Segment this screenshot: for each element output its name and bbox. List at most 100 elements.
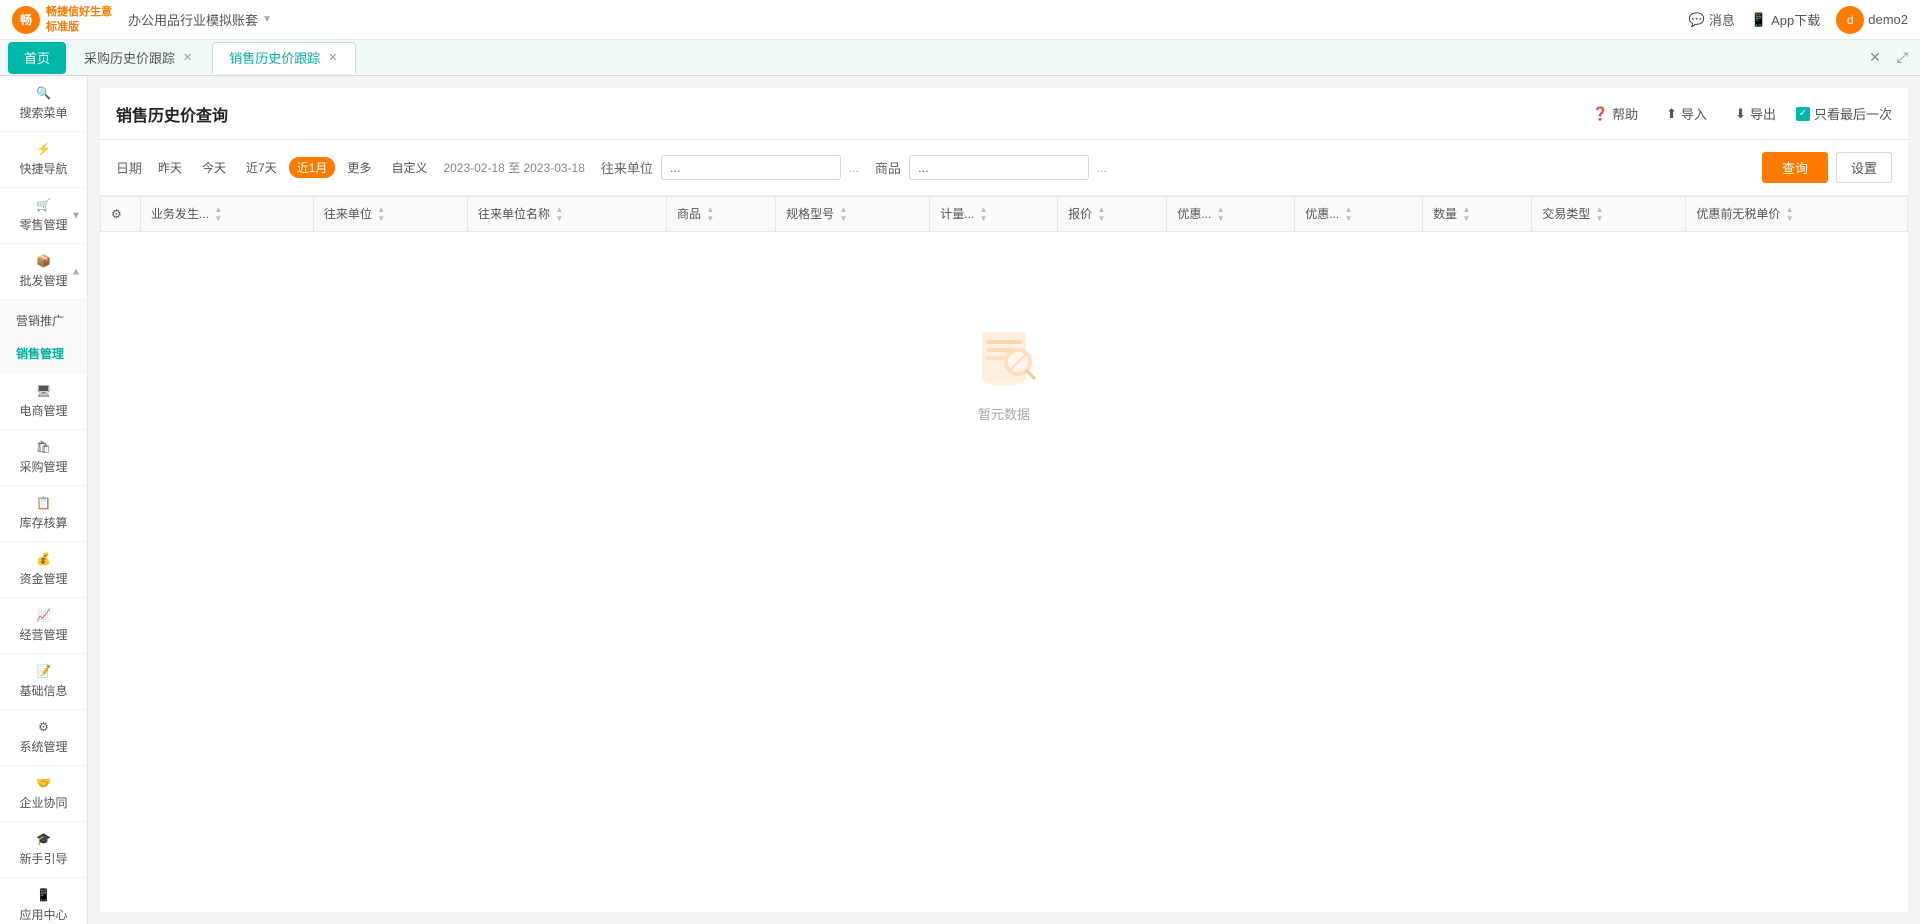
finance-icon: 💰 [36, 552, 51, 566]
sort-arrows-partner: ▲ ▼ [377, 206, 385, 223]
sidebar-item-retail[interactable]: 🛒 零售管理 ▼ [0, 188, 87, 244]
col-pretax-price[interactable]: 优惠前无税单价 ▲ ▼ [1686, 197, 1908, 232]
partner-more[interactable]: ... [849, 161, 859, 175]
tab-purchase-close[interactable]: ✕ [181, 50, 194, 65]
import-icon: ⬆ [1666, 106, 1677, 122]
top-header: 畅 畅捷信好生意 标准版 办公用品行业模拟账套 ▼ 💬 消息 📱 App下载 d… [0, 0, 1920, 40]
tab-home[interactable]: 首页 [8, 42, 66, 74]
product-input[interactable] [909, 155, 1089, 180]
logo-text: 畅捷信好生意 标准版 [46, 5, 112, 34]
partner-input[interactable] [661, 155, 841, 180]
col-quote-price[interactable]: 报价 ▲ ▼ [1058, 197, 1167, 232]
app-selector[interactable]: 办公用品行业模拟账套 ▼ [120, 6, 280, 33]
inventory-icon: 📋 [36, 496, 51, 510]
maximize-button[interactable]: ⤢ [1893, 47, 1912, 68]
date-label: 日期 [116, 158, 142, 177]
date-btn-more[interactable]: 更多 [339, 157, 379, 178]
sidebar-item-inventory[interactable]: 📋 库存核算 [0, 486, 87, 542]
partner-label: 往来单位 [601, 158, 653, 177]
date-btn-last1month[interactable]: 近1月 [289, 157, 336, 178]
tab-sales-label: 销售历史价跟踪 [229, 48, 320, 67]
main-layout: 🔍 搜索菜单 ⚡ 快捷导航 🛒 零售管理 ▼ 📦 批发管理 ▲ 营销推广 销售管… [0, 76, 1920, 924]
sort-arrows-unit: ▲ ▼ [980, 206, 988, 223]
col-unit[interactable]: 计量... ▲ ▼ [930, 197, 1058, 232]
col-partner-code[interactable]: 往来单位 ▲ ▼ [313, 197, 467, 232]
col-spec[interactable]: 规格型号 ▲ ▼ [776, 197, 930, 232]
settings-button[interactable]: 设置 [1836, 152, 1892, 183]
phone-icon: 📱 [1751, 12, 1767, 28]
sidebar-item-quick-nav[interactable]: ⚡ 快捷导航 [0, 132, 87, 188]
sidebar-item-app-center[interactable]: 📱 应用中心 [0, 878, 87, 924]
col-biz-date[interactable]: 业务发生... ▲ ▼ [141, 197, 314, 232]
date-btn-yesterday[interactable]: 昨天 [150, 157, 190, 178]
date-quick-buttons: 昨天 今天 近7天 近1月 更多 自定义 [150, 157, 435, 178]
close-tab-button[interactable]: ✕ [1865, 47, 1885, 68]
sort-arrows-pretax: ▲ ▼ [1786, 206, 1794, 223]
sidebar-item-guide[interactable]: 🎓 新手引导 [0, 822, 87, 878]
sidebar-item-ecommerce[interactable]: 🖥 电商管理 [0, 374, 87, 430]
avatar: d [1836, 6, 1864, 34]
chevron-right-icon: ▼ [71, 210, 81, 221]
table-area: ⚙ 业务发生... ▲ ▼ 往来单位 [100, 196, 1908, 503]
sort-arrows-product: ▲ ▼ [706, 206, 714, 223]
header-left: 畅 畅捷信好生意 标准版 办公用品行业模拟账套 ▼ [12, 5, 280, 34]
only-last-checkbox[interactable]: ✓ 只看最后一次 [1796, 104, 1892, 123]
table-header: ⚙ 业务发生... ▲ ▼ 往来单位 [101, 197, 1908, 232]
sort-arrows-qty: ▲ ▼ [1462, 206, 1470, 223]
table-header-row: ⚙ 业务发生... ▲ ▼ 往来单位 [101, 197, 1908, 232]
gear-icon[interactable]: ⚙ [111, 207, 122, 221]
date-btn-today[interactable]: 今天 [194, 157, 234, 178]
col-discount1[interactable]: 优惠... ▲ ▼ [1167, 197, 1295, 232]
logo-area: 畅 畅捷信好生意 标准版 [12, 5, 112, 34]
export-button[interactable]: ⬇ 导出 [1727, 100, 1784, 127]
tab-sales-history[interactable]: 销售历史价跟踪 ✕ [212, 42, 356, 74]
tab-sales-close[interactable]: ✕ [326, 50, 339, 65]
filter-actions: 查询 设置 [1762, 152, 1892, 183]
col-discount2[interactable]: 优惠... ▲ ▼ [1295, 197, 1423, 232]
wholesale-submenu: 营销推广 销售管理 [0, 300, 87, 374]
app-download-button[interactable]: 📱 App下载 [1751, 10, 1820, 29]
chevron-down-icon: ▼ [262, 14, 272, 25]
tab-purchase-history[interactable]: 采购历史价跟踪 ✕ [68, 42, 210, 74]
app-center-icon: 📱 [36, 888, 51, 902]
purchase-icon: 🛍 [36, 440, 51, 454]
tab-purchase-label: 采购历史价跟踪 [84, 48, 175, 67]
user-menu[interactable]: d demo2 [1836, 6, 1908, 34]
sidebar-item-purchase[interactable]: 🛍 采购管理 [0, 430, 87, 486]
sidebar-item-operations[interactable]: 📈 经营管理 [0, 598, 87, 654]
help-button[interactable]: ❓ 帮助 [1584, 100, 1646, 127]
col-trade-type[interactable]: 交易类型 ▲ ▼ [1532, 197, 1686, 232]
date-btn-custom[interactable]: 自定义 [383, 157, 435, 178]
product-more[interactable]: ... [1097, 161, 1107, 175]
sidebar-item-wholesale[interactable]: 📦 批发管理 ▲ [0, 244, 87, 300]
sort-arrows-biz-date: ▲ ▼ [214, 206, 222, 223]
page-header: 销售历史价查询 ❓ 帮助 ⬆ 导入 ⬇ 导出 ✓ [100, 88, 1908, 140]
date-btn-last7days[interactable]: 近7天 [238, 157, 285, 178]
app-selector-label: 办公用品行业模拟账套 [128, 10, 258, 29]
header-right: 💬 消息 📱 App下载 d demo2 [1689, 6, 1908, 34]
col-quantity[interactable]: 数量 ▲ ▼ [1423, 197, 1532, 232]
sidebar-item-marketing[interactable]: 营销推广 [0, 304, 87, 337]
col-partner-name[interactable]: 往来单位名称 ▲ ▼ [467, 197, 666, 232]
filter-area: 日期 昨天 今天 近7天 近1月 更多 自定义 2023-02-18 至 202… [100, 140, 1908, 196]
message-button[interactable]: 💬 消息 [1689, 10, 1735, 29]
sort-arrows-discount1: ▲ ▼ [1217, 206, 1225, 223]
sidebar-item-search[interactable]: 🔍 搜索菜单 [0, 76, 87, 132]
date-range-text: 2023-02-18 至 2023-03-18 [443, 159, 584, 176]
product-label: 商品 [875, 158, 901, 177]
sidebar-item-finance[interactable]: 💰 资金管理 [0, 542, 87, 598]
sidebar-item-sales[interactable]: 销售管理 [0, 337, 87, 370]
query-button[interactable]: 查询 [1762, 152, 1828, 183]
page-card: 销售历史价查询 ❓ 帮助 ⬆ 导入 ⬇ 导出 ✓ [100, 88, 1908, 912]
sidebar-item-basic-info[interactable]: 📝 基础信息 [0, 654, 87, 710]
checkbox-icon: ✓ [1796, 107, 1810, 121]
sidebar-item-enterprise[interactable]: 🤝 企业协同 [0, 766, 87, 822]
product-filter-group: 商品 ... [875, 155, 1107, 180]
col-product[interactable]: 商品 ▲ ▼ [667, 197, 776, 232]
help-icon: ❓ [1592, 106, 1608, 122]
operations-icon: 📈 [36, 608, 51, 622]
sidebar-item-system[interactable]: ⚙ 系统管理 [0, 710, 87, 766]
data-table: ⚙ 业务发生... ▲ ▼ 往来单位 [100, 196, 1908, 232]
quick-nav-icon: ⚡ [36, 142, 51, 156]
import-button[interactable]: ⬆ 导入 [1658, 100, 1715, 127]
